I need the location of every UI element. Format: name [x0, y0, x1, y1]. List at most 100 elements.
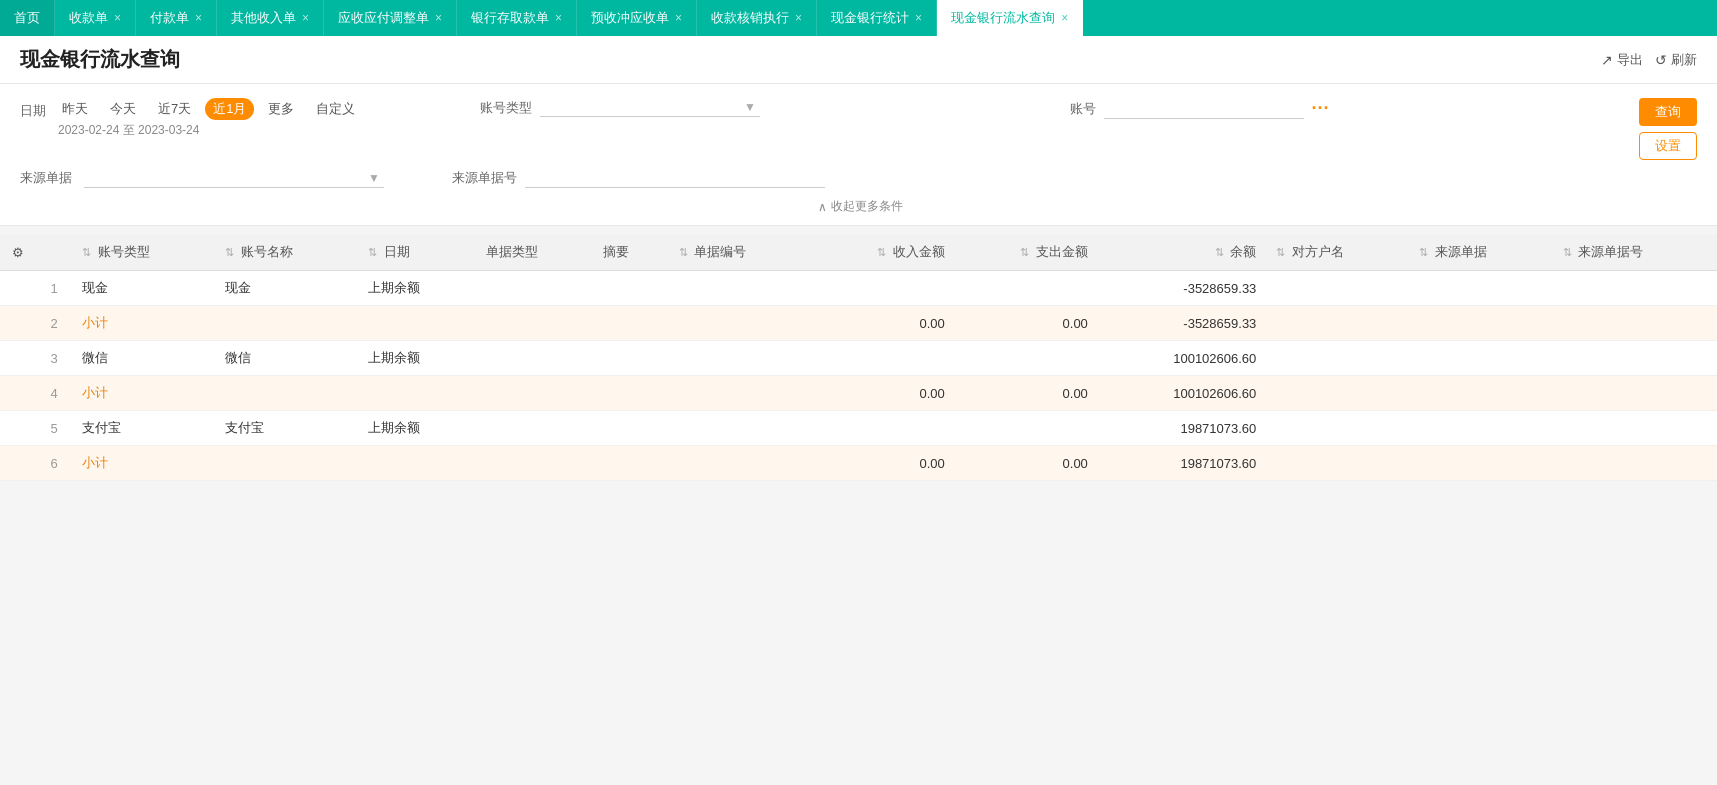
- column-income[interactable]: ⇅ 收入金额: [812, 234, 955, 271]
- column-gear[interactable]: ⚙: [0, 234, 36, 271]
- column-account-name[interactable]: ⇅ 账号名称: [215, 234, 358, 271]
- row-gear-cell: [0, 341, 36, 376]
- row-balance: 100102606.60: [1098, 341, 1266, 376]
- column-balance[interactable]: ⇅ 余额: [1098, 234, 1266, 271]
- source-doc-select[interactable]: ▼: [84, 169, 384, 188]
- date-btn-more[interactable]: 更多: [260, 98, 302, 120]
- account-type-select[interactable]: ▼: [540, 98, 760, 117]
- table-header-row: ⚙ ⇅ 账号类型 ⇅ 账号名称 ⇅ 日期 单据类型: [0, 234, 1717, 271]
- close-other-income-icon[interactable]: ×: [302, 11, 309, 25]
- nav-tab-bank-deposit[interactable]: 银行存取款单 ×: [457, 0, 577, 36]
- column-source-doc[interactable]: ⇅ 来源单据: [1409, 234, 1552, 271]
- row-source-doc-no: [1553, 446, 1717, 481]
- column-expense[interactable]: ⇅ 支出金额: [955, 234, 1098, 271]
- close-bank-deposit-icon[interactable]: ×: [555, 11, 562, 25]
- account-no-label: 账号: [1070, 100, 1096, 118]
- column-counterparty-label: 对方户名: [1292, 244, 1344, 259]
- date-btn-yesterday[interactable]: 昨天: [54, 98, 96, 120]
- header-actions: ↗ 导出 ↺ 刷新: [1601, 51, 1697, 69]
- export-icon: ↗: [1601, 52, 1613, 68]
- row-doc-no: [669, 446, 812, 481]
- sort-account-name-icon: ⇅: [225, 246, 234, 258]
- data-table: ⚙ ⇅ 账号类型 ⇅ 账号名称 ⇅ 日期 单据类型: [0, 234, 1717, 481]
- column-date[interactable]: ⇅ 日期: [358, 234, 476, 271]
- column-doc-no-label: 单据编号: [694, 244, 746, 259]
- column-doc-type-label: 单据类型: [486, 244, 538, 259]
- row-date: 上期余额: [358, 271, 476, 306]
- close-flow-query-icon[interactable]: ×: [1061, 11, 1068, 25]
- date-btn-7days[interactable]: 近7天: [150, 98, 199, 120]
- export-button[interactable]: ↗ 导出: [1601, 51, 1643, 69]
- row-source-doc-no: [1553, 271, 1717, 306]
- column-account-type[interactable]: ⇅ 账号类型: [72, 234, 215, 271]
- row-source-doc: [1409, 341, 1552, 376]
- close-stats-icon[interactable]: ×: [915, 11, 922, 25]
- row-summary: [593, 376, 668, 411]
- nav-tab-adjustment[interactable]: 应收应付调整单 ×: [324, 0, 457, 36]
- column-expense-label: 支出金额: [1036, 244, 1088, 259]
- filter-area: 日期 昨天 今天 近7天 近1月 更多 自定义 2023-02-24 至 202…: [0, 84, 1717, 226]
- row-gear-cell: [0, 271, 36, 306]
- sort-account-type-icon: ⇅: [82, 246, 91, 258]
- row-summary: [593, 306, 668, 341]
- nav-tab-prepaid-label: 预收冲应收单: [591, 9, 669, 27]
- source-doc-no-input[interactable]: [525, 168, 825, 188]
- export-label: 导出: [1617, 51, 1643, 69]
- nav-tab-payment-label: 付款单: [150, 9, 189, 27]
- nav-tab-home[interactable]: 首页: [0, 0, 55, 36]
- column-counterparty[interactable]: ⇅ 对方户名: [1266, 234, 1409, 271]
- row-account-name: 支付宝: [215, 411, 358, 446]
- table-row: 2 小计 0.00 0.00 -3528659.33: [0, 306, 1717, 341]
- close-receipt-icon[interactable]: ×: [114, 11, 121, 25]
- row-source-doc-no: [1553, 306, 1717, 341]
- nav-tab-prepaid[interactable]: 预收冲应收单 ×: [577, 0, 697, 36]
- collapse-label: 收起更多条件: [831, 198, 903, 215]
- close-writeoff-icon[interactable]: ×: [795, 11, 802, 25]
- nav-tab-flow-query[interactable]: 现金银行流水查询 ×: [937, 0, 1083, 36]
- close-prepaid-icon[interactable]: ×: [675, 11, 682, 25]
- close-payment-icon[interactable]: ×: [195, 11, 202, 25]
- row-account-type: 现金: [72, 271, 215, 306]
- nav-tab-payment[interactable]: 付款单 ×: [136, 0, 217, 36]
- settings-button[interactable]: 设置: [1639, 132, 1697, 160]
- refresh-button[interactable]: ↺ 刷新: [1655, 51, 1697, 69]
- table-row: 6 小计 0.00 0.00 19871073.60: [0, 446, 1717, 481]
- account-no-input[interactable]: [1104, 99, 1304, 119]
- column-account-type-label: 账号类型: [98, 244, 150, 259]
- row-account-name: [215, 376, 358, 411]
- date-btn-custom[interactable]: 自定义: [308, 98, 363, 120]
- row-date: 上期余额: [358, 411, 476, 446]
- account-no-dots-button[interactable]: ···: [1312, 98, 1330, 119]
- nav-tab-writeoff[interactable]: 收款核销执行 ×: [697, 0, 817, 36]
- row-account-name: [215, 306, 358, 341]
- row-income: 0.00: [812, 376, 955, 411]
- close-adjustment-icon[interactable]: ×: [435, 11, 442, 25]
- row-source-doc-no: [1553, 411, 1717, 446]
- row-doc-no: [669, 376, 812, 411]
- table-wrapper: ⚙ ⇅ 账号类型 ⇅ 账号名称 ⇅ 日期 单据类型: [0, 234, 1717, 481]
- row-counterparty: [1266, 411, 1409, 446]
- nav-tab-receipt-label: 收款单: [69, 9, 108, 27]
- row-source-doc-no: [1553, 376, 1717, 411]
- row-income: [812, 271, 955, 306]
- nav-tab-stats[interactable]: 现金银行统计 ×: [817, 0, 937, 36]
- query-button[interactable]: 查询: [1639, 98, 1697, 126]
- column-source-doc-no[interactable]: ⇅ 来源单据号: [1553, 234, 1717, 271]
- table-row: 5 支付宝 支付宝 上期余额 19871073.60: [0, 411, 1717, 446]
- table-row: 1 现金 现金 上期余额 -3528659.33: [0, 271, 1717, 306]
- refresh-icon: ↺: [1655, 52, 1667, 68]
- row-doc-no: [669, 271, 812, 306]
- row-index: 1: [36, 271, 72, 306]
- date-btn-1month[interactable]: 近1月: [205, 98, 254, 120]
- refresh-label: 刷新: [1671, 51, 1697, 69]
- row-summary: [593, 271, 668, 306]
- collapse-bar[interactable]: ∧ 收起更多条件: [20, 194, 1697, 215]
- nav-tab-other-income[interactable]: 其他收入单 ×: [217, 0, 324, 36]
- nav-tab-receipt[interactable]: 收款单 ×: [55, 0, 136, 36]
- nav-tab-other-income-label: 其他收入单: [231, 9, 296, 27]
- date-label: 日期: [20, 102, 46, 120]
- row-doc-type: [476, 271, 594, 306]
- column-doc-no[interactable]: ⇅ 单据编号: [669, 234, 812, 271]
- source-doc-no-label: 来源单据号: [452, 169, 517, 187]
- date-btn-today[interactable]: 今天: [102, 98, 144, 120]
